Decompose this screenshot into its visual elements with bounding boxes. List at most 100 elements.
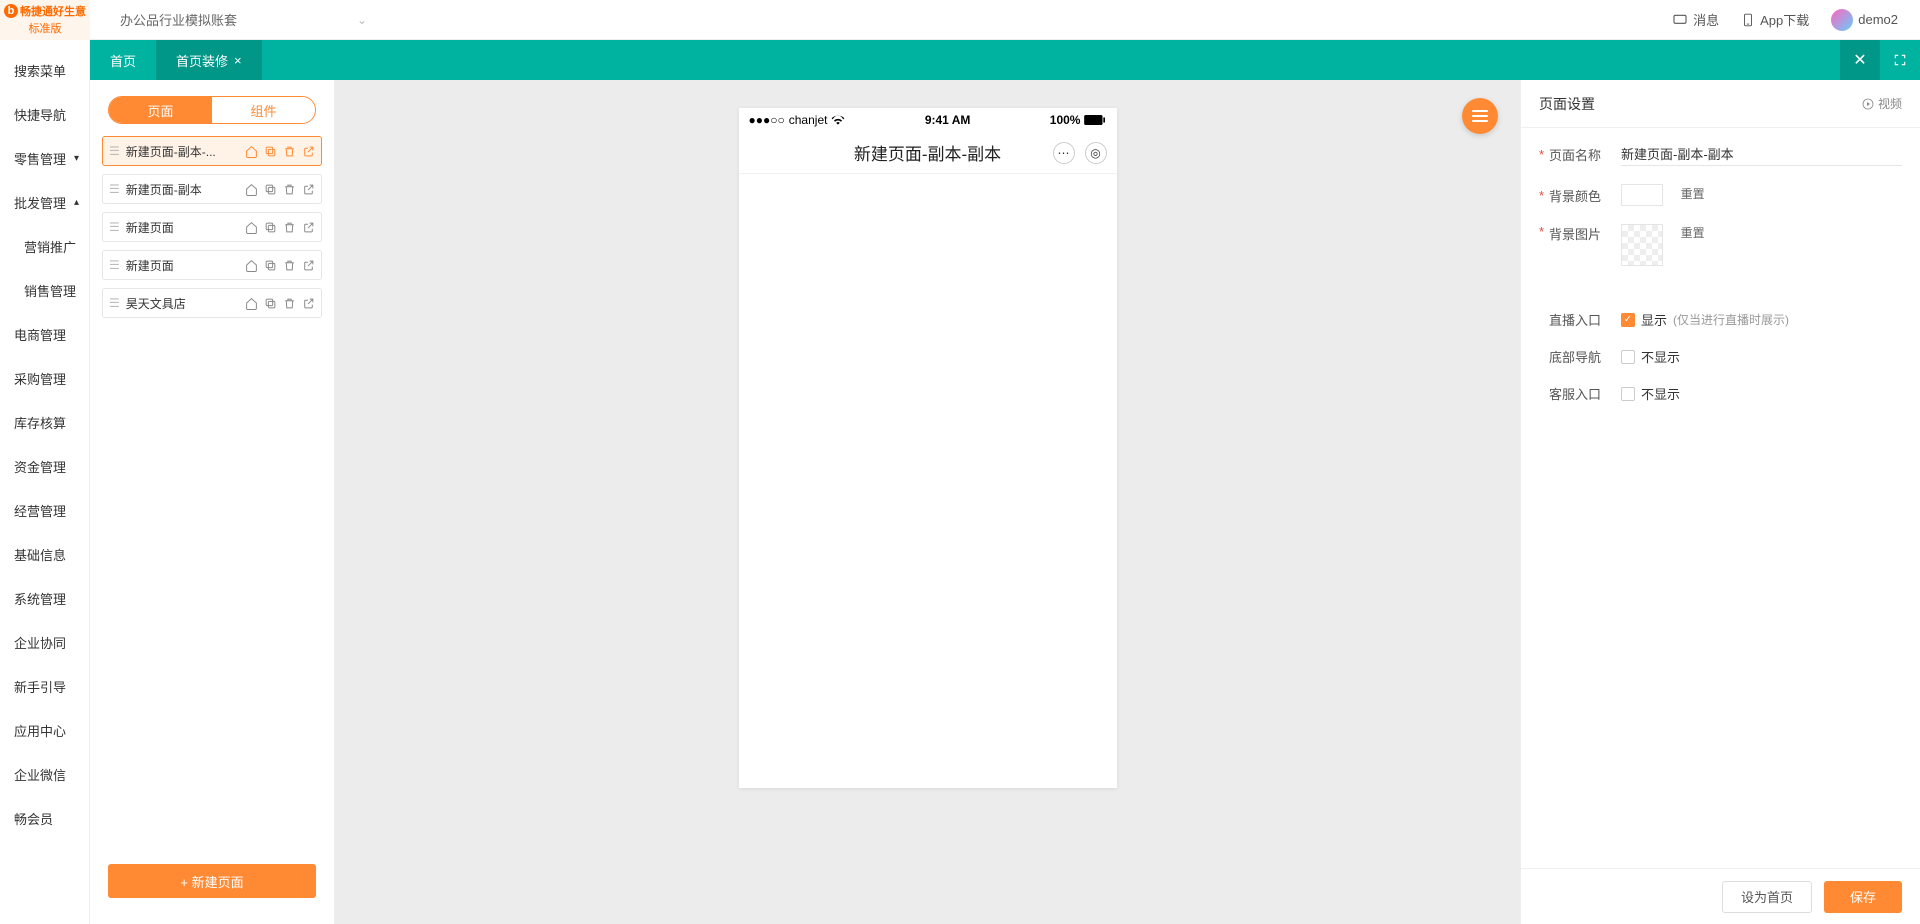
settings-title: 页面设置 [1539, 94, 1595, 114]
drag-handle-icon[interactable]: ☰ [109, 296, 120, 310]
video-help-link[interactable]: 视频 [1862, 95, 1902, 112]
messages-button[interactable]: 消息 [1672, 10, 1719, 29]
sidebar-item[interactable]: 快捷导航 [0, 92, 89, 136]
copy-icon[interactable] [264, 259, 277, 272]
tab[interactable]: 首页 [90, 40, 156, 80]
home-icon[interactable] [245, 221, 258, 234]
sidebar-item-label: 资金管理 [14, 457, 66, 476]
brand-logo[interactable]: b畅捷通好生意 标准版 [0, 0, 90, 40]
battery-icon [1084, 115, 1106, 125]
account-selector-label: 办公品行业模拟账套 [120, 10, 237, 29]
bg-image-reset[interactable]: 重置 [1681, 226, 1705, 240]
phone-page-title: 新建页面-副本-副本 [854, 140, 1001, 165]
sidebar-item-label: 搜索菜单 [14, 61, 66, 80]
sidebar-item[interactable]: 企业微信 [0, 752, 89, 796]
page-row-name: 新建页面 [126, 219, 239, 236]
caret-up-icon: ▴ [74, 197, 79, 208]
delete-icon[interactable] [283, 221, 296, 234]
avatar [1831, 9, 1853, 31]
live-entry-checkbox[interactable]: ✓ [1621, 313, 1635, 327]
page-row[interactable]: ☰昊天文具店 [102, 288, 322, 318]
bottom-nav-checkbox[interactable] [1621, 350, 1635, 364]
seg-pages[interactable]: 页面 [109, 97, 212, 123]
drag-handle-icon[interactable]: ☰ [109, 258, 120, 272]
sidebar-subitem[interactable]: 营销推广 [0, 224, 89, 268]
home-icon[interactable] [245, 297, 258, 310]
delete-icon[interactable] [283, 145, 296, 158]
sidebar-item[interactable]: 库存核算 [0, 400, 89, 444]
canvas-menu-fab[interactable] [1462, 98, 1498, 134]
app-download-button[interactable]: App下载 [1741, 10, 1809, 29]
set-home-button[interactable]: 设为首页 [1722, 881, 1812, 913]
sidebar-item[interactable]: 搜索菜单 [0, 48, 89, 92]
phone-icon [1741, 12, 1755, 28]
page-row[interactable]: ☰新建页面-副本 [102, 174, 322, 204]
drag-handle-icon[interactable]: ☰ [109, 182, 120, 196]
app-download-label: App下载 [1760, 10, 1809, 29]
drag-handle-icon[interactable]: ☰ [109, 144, 120, 158]
miniapp-target-icon[interactable]: ◎ [1085, 142, 1107, 164]
tab[interactable]: 首页装修 × [156, 40, 262, 80]
delete-icon[interactable] [283, 297, 296, 310]
bg-image-picker[interactable] [1621, 224, 1663, 266]
sidebar-item[interactable]: 资金管理 [0, 444, 89, 488]
new-page-button[interactable]: + 新建页面 [108, 864, 316, 898]
user-menu[interactable]: demo2 [1831, 9, 1898, 31]
delete-icon[interactable] [283, 259, 296, 272]
page-row[interactable]: ☰ 新建页面 [102, 212, 322, 242]
service-entry-checkbox[interactable] [1621, 387, 1635, 401]
miniapp-more-icon[interactable]: ⋯ [1053, 142, 1075, 164]
account-selector[interactable]: 办公品行业模拟账套 ⌄ [120, 10, 367, 29]
seg-components[interactable]: 组件 [212, 97, 315, 123]
sidebar-item[interactable]: 批发管理 ▴ [0, 180, 89, 224]
share-icon[interactable] [302, 183, 315, 196]
sidebar-item-label: 批发管理 [14, 193, 66, 212]
sidebar-item-label: 电商管理 [14, 325, 66, 344]
tab-label: 首页 [110, 51, 136, 70]
canvas-area: ●●●○○ chanjet 9:41 AM 100% 新建页面-副本- [335, 80, 1520, 924]
home-icon[interactable] [245, 259, 258, 272]
bottom-nav-cb-label: 不显示 [1641, 347, 1680, 366]
share-icon[interactable] [302, 259, 315, 272]
sidebar-item[interactable]: 新手引导 [0, 664, 89, 708]
signal-icon: ●●●○○ [749, 113, 785, 127]
save-button[interactable]: 保存 [1824, 881, 1902, 913]
page-name-input[interactable] [1621, 142, 1902, 166]
share-icon[interactable] [302, 145, 315, 158]
messages-label: 消息 [1693, 10, 1719, 29]
page-row[interactable]: ☰新建页面 [102, 250, 322, 280]
bg-color-swatch[interactable] [1621, 184, 1663, 206]
copy-icon[interactable] [264, 145, 277, 158]
share-icon[interactable] [302, 297, 315, 310]
tab-close-icon[interactable]: × [234, 53, 242, 68]
sidebar-item[interactable]: 企业协同 [0, 620, 89, 664]
sidebar-item-label: 系统管理 [14, 589, 66, 608]
sidebar-item[interactable]: 电商管理 [0, 312, 89, 356]
sidebar-item[interactable]: 畅会员 [0, 796, 89, 840]
copy-icon[interactable] [264, 221, 277, 234]
phone-preview: ●●●○○ chanjet 9:41 AM 100% 新建页面-副本- [739, 108, 1117, 788]
sidebar-item[interactable]: 经营管理 [0, 488, 89, 532]
chevron-down-icon: ⌄ [357, 13, 367, 27]
share-icon[interactable] [302, 221, 315, 234]
sidebar-item[interactable]: 基础信息 [0, 532, 89, 576]
drag-handle-icon[interactable]: ☰ [109, 220, 120, 234]
sidebar-item-label: 库存核算 [14, 413, 66, 432]
page-row[interactable]: ☰新建页面-副本-... [102, 136, 322, 166]
copy-icon[interactable] [264, 297, 277, 310]
sidebar-item[interactable]: 系统管理 [0, 576, 89, 620]
video-label: 视频 [1878, 95, 1902, 112]
delete-icon[interactable] [283, 183, 296, 196]
close-tab-icon[interactable]: ✕ [1840, 40, 1880, 80]
sidebar-item[interactable]: 应用中心 [0, 708, 89, 752]
bg-color-reset[interactable]: 重置 [1681, 187, 1705, 201]
sidebar-item[interactable]: 采购管理 [0, 356, 89, 400]
home-icon[interactable] [245, 145, 258, 158]
sidebar-item[interactable]: 零售管理▾ [0, 136, 89, 180]
home-icon[interactable] [245, 183, 258, 196]
fullscreen-icon[interactable] [1880, 40, 1920, 80]
tab-label: 首页装修 [176, 51, 228, 70]
sidebar-subitem[interactable]: 销售管理 [0, 268, 89, 312]
topbar: b畅捷通好生意 标准版 办公品行业模拟账套 ⌄ 消息 App下载 demo2 [0, 0, 1920, 40]
copy-icon[interactable] [264, 183, 277, 196]
